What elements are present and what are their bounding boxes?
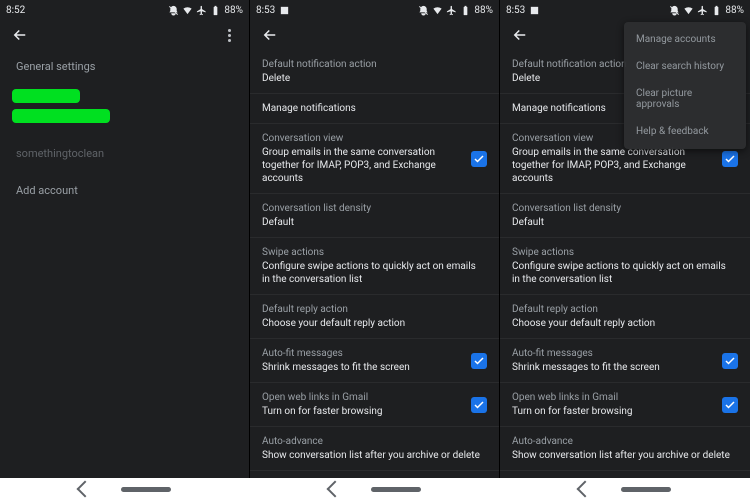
- status-icons: 88%: [669, 5, 744, 16]
- conversation-view-checkbox[interactable]: [471, 151, 487, 167]
- back-arrow-icon: [11, 26, 29, 44]
- overflow-menu-button[interactable]: [217, 23, 241, 47]
- clock: 8:53: [256, 5, 275, 16]
- check-icon: [473, 399, 485, 411]
- add-account-item[interactable]: Add account: [6, 174, 243, 207]
- redacted-account-b[interactable]: [12, 109, 110, 123]
- battery-icon: [460, 5, 471, 16]
- android-nav-bar: [0, 478, 750, 500]
- status-bar: 8:52 88%: [0, 0, 249, 20]
- back-button[interactable]: [258, 23, 282, 47]
- screenshot-icon: [279, 5, 290, 16]
- overflow-popup-menu: Manage accounts Clear search history Cle…: [624, 22, 746, 149]
- setting-conversation-density[interactable]: Conversation list density Default: [500, 193, 750, 237]
- nav-back-button[interactable]: [577, 481, 594, 498]
- nav-back-button[interactable]: [77, 481, 94, 498]
- screen-accounts-panel: 8:52 88% General settings somethingtocle…: [0, 0, 250, 478]
- battery-percent: 88%: [725, 5, 744, 16]
- screenshot-icon: [529, 5, 540, 16]
- status-icons: 88%: [418, 5, 493, 16]
- airplane-icon: [697, 5, 708, 16]
- back-arrow-icon: [511, 26, 529, 44]
- airplane-icon: [196, 5, 207, 16]
- setting-default-notification-action[interactable]: Default notification action Delete: [250, 50, 499, 93]
- setting-conversation-density[interactable]: Conversation list density Default: [250, 193, 499, 237]
- setting-autofit[interactable]: Auto-fit messages Shrink messages to fit…: [500, 338, 750, 382]
- wifi-icon: [432, 5, 443, 16]
- check-icon: [473, 355, 485, 367]
- setting-conversation-view[interactable]: Conversation view Group emails in the sa…: [250, 123, 499, 193]
- popup-manage-accounts[interactable]: Manage accounts: [624, 26, 746, 53]
- status-bar: 8:53 88%: [500, 0, 750, 20]
- airplane-icon: [446, 5, 457, 16]
- setting-swipe-actions[interactable]: Swipe actions Configure swipe actions to…: [500, 237, 750, 294]
- setting-default-reply[interactable]: Default reply action Choose your default…: [500, 294, 750, 338]
- section-action-confirmations: Action Confirmations: [500, 470, 750, 478]
- setting-autoadvance[interactable]: Auto-advance Show conversation list afte…: [250, 426, 499, 470]
- popup-clear-search-history[interactable]: Clear search history: [624, 53, 746, 80]
- account-item[interactable]: somethingtoclean: [6, 137, 243, 170]
- screen-general-settings: 8:53 88% Default notification action Del…: [250, 0, 500, 478]
- battery-percent: 88%: [474, 5, 493, 16]
- autofit-checkbox[interactable]: [471, 353, 487, 369]
- weblinks-checkbox[interactable]: [722, 397, 738, 413]
- header: [250, 20, 499, 50]
- nav-home-pill[interactable]: [121, 487, 171, 492]
- status-bar: 8:53 88%: [250, 0, 499, 20]
- settings-list: Default notification action Delete Manag…: [250, 50, 499, 478]
- battery-icon: [711, 5, 722, 16]
- check-icon: [473, 153, 485, 165]
- setting-weblinks[interactable]: Open web links in Gmail Turn on for fast…: [500, 382, 750, 426]
- wifi-icon: [182, 5, 193, 16]
- setting-default-reply[interactable]: Default reply action Choose your default…: [250, 294, 499, 338]
- battery-icon: [210, 5, 221, 16]
- setting-manage-notifications[interactable]: Manage notifications: [250, 93, 499, 123]
- nav-home-pill[interactable]: [621, 487, 671, 492]
- setting-swipe-actions[interactable]: Swipe actions Configure swipe actions to…: [250, 237, 499, 294]
- dnd-icon: [669, 5, 680, 16]
- back-button[interactable]: [508, 23, 532, 47]
- redacted-account-a[interactable]: [12, 89, 80, 103]
- check-icon: [724, 355, 736, 367]
- header: [0, 20, 249, 50]
- general-settings-item[interactable]: General settings: [6, 50, 243, 83]
- clock: 8:52: [6, 5, 25, 16]
- dnd-icon: [168, 5, 179, 16]
- back-button[interactable]: [8, 23, 32, 47]
- wifi-icon: [683, 5, 694, 16]
- battery-percent: 88%: [224, 5, 243, 16]
- popup-help-feedback[interactable]: Help & feedback: [624, 118, 746, 145]
- popup-clear-picture-approvals[interactable]: Clear picture approvals: [624, 80, 746, 118]
- setting-autoadvance[interactable]: Auto-advance Show conversation list afte…: [500, 426, 750, 470]
- back-arrow-icon: [261, 26, 279, 44]
- conversation-view-checkbox[interactable]: [722, 151, 738, 167]
- setting-autofit[interactable]: Auto-fit messages Shrink messages to fit…: [250, 338, 499, 382]
- dnd-icon: [418, 5, 429, 16]
- clock: 8:53: [506, 5, 525, 16]
- nav-home-pill[interactable]: [371, 487, 421, 492]
- setting-weblinks[interactable]: Open web links in Gmail Turn on for fast…: [250, 382, 499, 426]
- nav-back-button[interactable]: [327, 481, 344, 498]
- status-icons: 88%: [168, 5, 243, 16]
- weblinks-checkbox[interactable]: [471, 397, 487, 413]
- autofit-checkbox[interactable]: [722, 353, 738, 369]
- check-icon: [724, 153, 736, 165]
- screen-general-settings-with-menu: 8:53 88% Default notification action Del…: [500, 0, 750, 478]
- section-action-confirmations: Action Confirmations: [250, 470, 499, 478]
- check-icon: [724, 399, 736, 411]
